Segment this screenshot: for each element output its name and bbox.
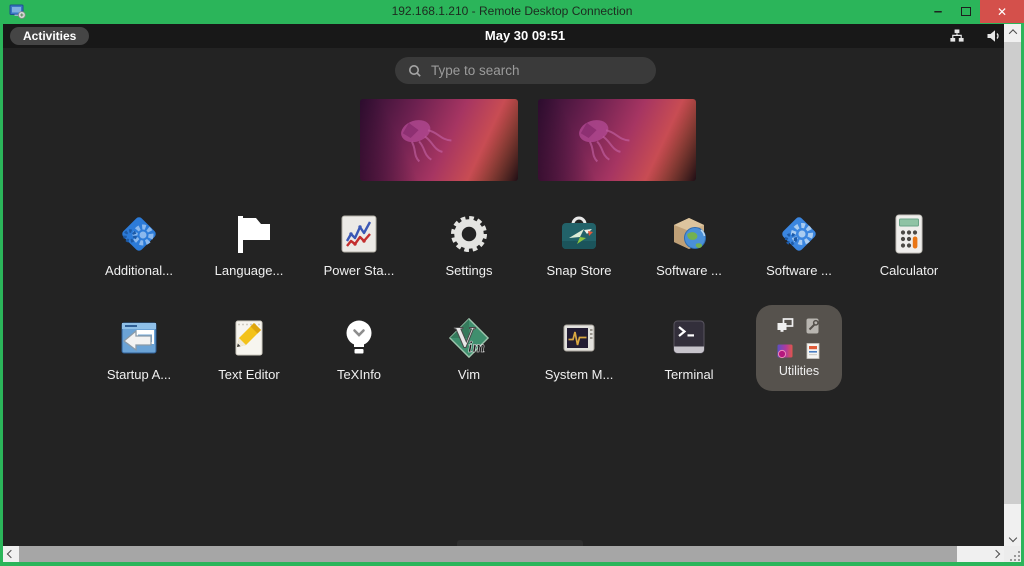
maximize-box-glyph — [961, 7, 971, 16]
app-text-editor[interactable]: Text Editor — [194, 314, 304, 382]
app-additional-drivers[interactable]: Additional... — [84, 210, 194, 278]
vim-icon: V im — [445, 314, 493, 362]
scroll-right-button[interactable] — [988, 546, 1004, 562]
window-title: 192.168.1.210 - Remote Desktop Connectio… — [0, 0, 1024, 23]
app-language-support[interactable]: Language... — [194, 210, 304, 278]
resize-grip[interactable] — [1004, 546, 1021, 562]
search-input[interactable] — [429, 62, 646, 79]
app-system-monitor[interactable]: System M... — [524, 314, 634, 382]
software-updater-box-globe-icon — [665, 210, 713, 258]
text-editor-icon — [225, 314, 273, 362]
search-bar[interactable] — [395, 57, 656, 84]
rdp-window: 192.168.1.210 - Remote Desktop Connectio… — [0, 0, 1024, 566]
texinfo-lightbulb-icon — [335, 314, 383, 362]
snap-store-icon — [555, 210, 603, 258]
app-terminal[interactable]: Terminal — [634, 314, 744, 382]
app-label: Software ... — [766, 263, 832, 278]
app-label: TeXInfo — [337, 367, 381, 382]
additional-drivers-icon — [115, 210, 163, 258]
document-icon — [803, 341, 823, 361]
gnome-top-bar: Activities May 30 09:51 — [3, 24, 1004, 48]
scroll-down-button[interactable] — [1004, 530, 1021, 546]
image-viewer-icon — [775, 341, 795, 361]
resize-grip-dots-icon — [1009, 550, 1021, 562]
maximize-button[interactable] — [954, 0, 978, 23]
app-settings[interactable]: Settings — [414, 210, 524, 278]
clock-button[interactable]: May 30 09:51 — [485, 24, 565, 48]
search-icon — [408, 64, 422, 78]
minimize-button[interactable]: – — [926, 0, 950, 23]
activities-button[interactable]: Activities — [10, 27, 89, 45]
app-label: Calculator — [880, 263, 939, 278]
app-grid-row-1: Additional... Language... Power Sta... — [84, 210, 964, 278]
software-properties-diamond-gear-icon — [775, 210, 823, 258]
close-button[interactable]: ✕ — [980, 0, 1024, 23]
app-label: Power Sta... — [324, 263, 395, 278]
chevron-right-icon — [992, 550, 1000, 558]
terminal-icon — [665, 314, 713, 362]
app-label: Startup A... — [107, 367, 171, 382]
app-software-properties[interactable]: Software ... — [744, 210, 854, 278]
jellyfish-wallpaper-art — [386, 100, 481, 181]
vertical-scrollbar[interactable] — [1004, 24, 1021, 546]
workspace-thumbnail-1[interactable] — [360, 99, 518, 181]
settings-gear-icon — [445, 210, 493, 258]
app-label: Language... — [215, 263, 284, 278]
rdp-titlebar[interactable]: 192.168.1.210 - Remote Desktop Connectio… — [0, 0, 1024, 24]
app-vim[interactable]: V im Vim — [414, 314, 524, 382]
app-label: Snap Store — [546, 263, 611, 278]
chevron-left-icon — [7, 550, 15, 558]
workspace-thumbnail-2[interactable] — [538, 99, 696, 181]
horizontal-scrollbar-thumb[interactable] — [19, 546, 957, 562]
app-label: Terminal — [664, 367, 713, 382]
horizontal-scrollbar[interactable] — [3, 546, 1004, 562]
chevron-up-icon — [1008, 29, 1016, 37]
app-grid-row-2: Startup A... Text Editor — [84, 314, 744, 382]
scroll-up-button[interactable] — [1004, 24, 1021, 40]
app-calculator[interactable]: Calculator — [854, 210, 964, 278]
volume-icon[interactable] — [985, 28, 1001, 44]
folder-label: Utilities — [779, 364, 819, 378]
app-power-statistics[interactable]: Power Sta... — [304, 210, 414, 278]
app-label: Additional... — [105, 263, 173, 278]
app-label: Text Editor — [218, 367, 279, 382]
app-label: Software ... — [656, 263, 722, 278]
app-snap-store[interactable]: Snap Store — [524, 210, 634, 278]
app-label: Settings — [446, 263, 493, 278]
disk-utility-icon — [803, 316, 823, 336]
remote-viewer-icon — [775, 316, 795, 336]
app-software-updater[interactable]: Software ... — [634, 210, 744, 278]
folder-preview-grid — [775, 316, 823, 361]
power-statistics-icon — [335, 210, 383, 258]
system-monitor-icon — [555, 314, 603, 362]
chevron-down-icon — [1008, 534, 1016, 542]
app-folder-utilities[interactable]: Utilities — [756, 305, 842, 391]
vertical-scrollbar-thumb[interactable] — [1004, 42, 1021, 504]
startup-applications-icon — [115, 314, 163, 362]
app-texinfo[interactable]: TeXInfo — [304, 314, 414, 382]
calculator-icon — [885, 210, 933, 258]
svg-text:im: im — [468, 339, 485, 356]
language-support-icon — [225, 210, 273, 258]
jellyfish-wallpaper-art — [564, 100, 659, 181]
remote-desktop-viewport: Activities May 30 09:51 — [3, 24, 1004, 546]
app-label: System M... — [545, 367, 614, 382]
app-label: Vim — [458, 367, 480, 382]
app-startup-applications[interactable]: Startup A... — [84, 314, 194, 382]
network-workgroup-icon[interactable] — [949, 28, 965, 44]
scroll-left-button[interactable] — [3, 546, 19, 562]
